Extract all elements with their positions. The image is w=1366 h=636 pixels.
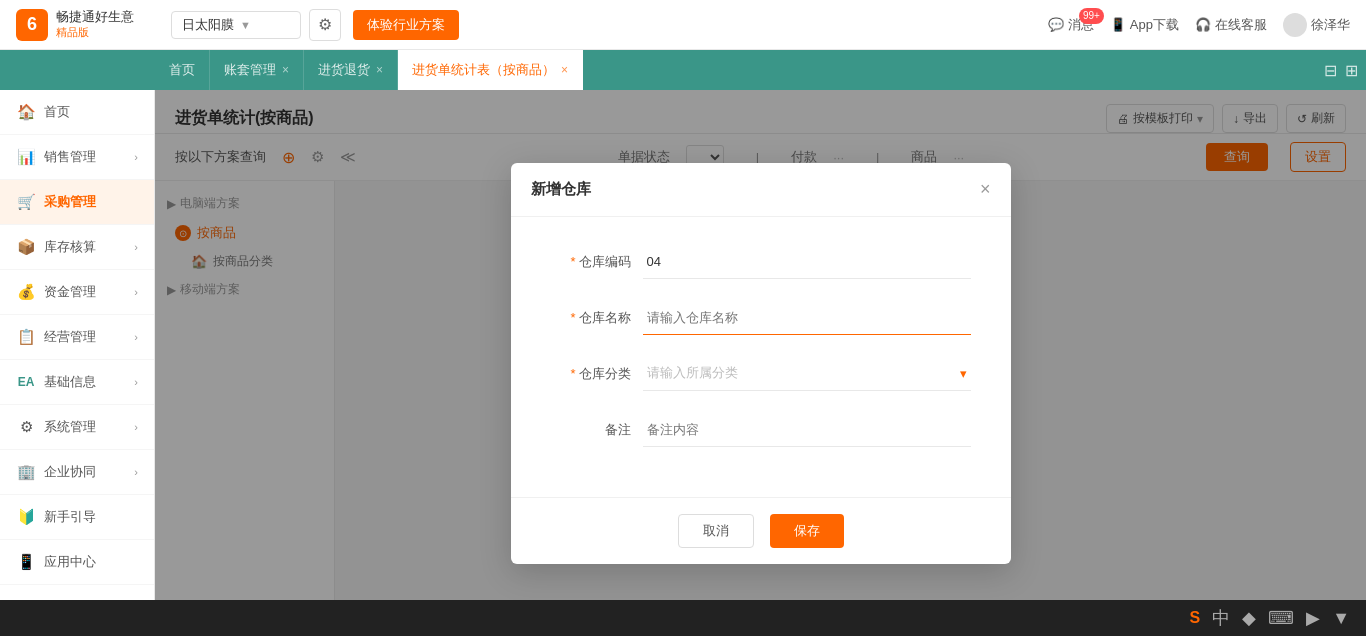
sidebar-item-basic[interactable]: EA 基础信息 › — [0, 360, 154, 405]
header-right: 💬 消息 99+ 📱 App下载 🎧 在线客服 徐泽华 — [1048, 13, 1350, 37]
keyboard-icon[interactable]: ⌨ — [1268, 607, 1294, 629]
name-label: 仓库名称 — [551, 309, 631, 327]
tab-bar-controls: ⊟ ⊞ — [1316, 61, 1366, 80]
sidebar-item-sales[interactable]: 📊 销售管理 › — [0, 135, 154, 180]
tab-close-purchase-return[interactable]: × — [376, 63, 383, 77]
add-warehouse-modal: 新增仓库 × 仓库编码 仓库名称 仓库 — [511, 163, 1011, 564]
tab-expand-icon[interactable]: ⊞ — [1345, 61, 1358, 80]
tab-account[interactable]: 账套管理 × — [210, 50, 304, 90]
note-input[interactable] — [643, 413, 971, 447]
message-button[interactable]: 💬 消息 99+ — [1048, 16, 1094, 34]
save-button[interactable]: 保存 — [770, 514, 844, 548]
system-icon: ⚙ — [16, 417, 36, 437]
note-form-row: 备注 — [551, 413, 971, 447]
chevron-right-icon-2: › — [134, 241, 138, 253]
tab-bar: 首页 账套管理 × 进货退货 × 进货单统计表（按商品） × ⊟ ⊞ — [0, 50, 1366, 90]
category-select[interactable]: 请输入所属分类 ▾ — [643, 357, 971, 391]
user-menu[interactable]: 徐泽华 — [1283, 13, 1350, 37]
modal-title: 新增仓库 — [531, 180, 591, 199]
code-label: 仓库编码 — [551, 253, 631, 271]
s-logo-icon: S — [1190, 609, 1201, 627]
note-label: 备注 — [551, 421, 631, 439]
home-icon: 🏠 — [16, 102, 36, 122]
guide-icon: 🔰 — [16, 507, 36, 527]
tab-close-account[interactable]: × — [282, 63, 289, 77]
logo-text: 畅捷通好生意 精品版 — [56, 9, 134, 41]
code-input[interactable] — [643, 245, 971, 279]
name-input[interactable] — [643, 301, 971, 335]
chevron-right-icon-4: › — [134, 331, 138, 343]
modal-header: 新增仓库 × — [511, 163, 1011, 217]
apps-icon: 📱 — [16, 552, 36, 572]
diamond-icon: ◆ — [1242, 607, 1256, 629]
trial-button[interactable]: 体验行业方案 — [353, 10, 459, 40]
modal-close-button[interactable]: × — [980, 179, 991, 200]
avatar — [1283, 13, 1307, 37]
phone-icon: 📱 — [1110, 17, 1126, 32]
sidebar-item-system[interactable]: ⚙ 系统管理 › — [0, 405, 154, 450]
chinese-input-icon[interactable]: 中 — [1212, 606, 1230, 630]
modal-footer: 取消 保存 — [511, 497, 1011, 564]
enterprise-icon: 🏢 — [16, 462, 36, 482]
chevron-right-icon-3: › — [134, 286, 138, 298]
logo-area: 6 畅捷通好生意 精品版 — [16, 9, 171, 41]
sidebar-item-finance[interactable]: 💰 资金管理 › — [0, 270, 154, 315]
tab-close-purchase-stat[interactable]: × — [561, 63, 568, 77]
code-form-row: 仓库编码 — [551, 245, 971, 279]
logo-icon: 6 — [16, 9, 48, 41]
bottom-bar: S 中 ◆ ⌨ ▶ ▼ — [0, 600, 1366, 636]
top-header: 6 畅捷通好生意 精品版 日太阳膜 ▼ ⚙ 体验行业方案 💬 消息 99+ 📱 … — [0, 0, 1366, 50]
gear-icon: ⚙ — [318, 15, 332, 34]
basic-icon: EA — [16, 372, 36, 392]
cancel-button[interactable]: 取消 — [678, 514, 754, 548]
category-form-row: 仓库分类 请输入所属分类 ▾ — [551, 357, 971, 391]
chevron-right-icon-7: › — [134, 466, 138, 478]
category-arrow-icon: ▾ — [960, 366, 967, 381]
purchase-icon: 🛒 — [16, 192, 36, 212]
sidebar: 🏠 首页 📊 销售管理 › 🛒 采购管理 📦 库存核算 › 💰 资金管理 › 📋… — [0, 90, 155, 636]
app-download-button[interactable]: 📱 App下载 — [1110, 16, 1179, 34]
sidebar-item-inventory[interactable]: 📦 库存核算 › — [0, 225, 154, 270]
content-area: 进货单统计(按商品) 🖨 按模板打印 ▾ ↓ 导出 ↺ 刷新 按以下方案查询 — [155, 90, 1366, 636]
name-form-row: 仓库名称 — [551, 301, 971, 335]
sales-icon: 📊 — [16, 147, 36, 167]
message-icon: 💬 — [1048, 17, 1064, 32]
modal-overlay: 新增仓库 × 仓库编码 仓库名称 仓库 — [155, 90, 1366, 636]
chevron-down-icon: ▼ — [240, 19, 251, 31]
tab-purchase-return[interactable]: 进货退货 × — [304, 50, 398, 90]
modal-body: 仓库编码 仓库名称 仓库分类 请输入所属分类 ▾ — [511, 217, 1011, 497]
inventory-icon: 📦 — [16, 237, 36, 257]
chevron-right-icon: › — [134, 151, 138, 163]
tab-purchase-stat[interactable]: 进货单统计表（按商品） × — [398, 50, 583, 90]
sidebar-item-guide[interactable]: 🔰 新手引导 — [0, 495, 154, 540]
chevron-right-icon-6: › — [134, 421, 138, 433]
chevron-right-icon-5: › — [134, 376, 138, 388]
store-selector[interactable]: 日太阳膜 ▼ — [171, 11, 301, 39]
tab-home[interactable]: 首页 — [155, 50, 210, 90]
dropdown-icon[interactable]: ▼ — [1332, 608, 1350, 629]
play-icon: ▶ — [1306, 607, 1320, 629]
headset-icon: 🎧 — [1195, 17, 1211, 32]
tab-minimize-icon[interactable]: ⊟ — [1324, 61, 1337, 80]
category-placeholder: 请输入所属分类 — [647, 364, 738, 382]
sidebar-item-operation[interactable]: 📋 经营管理 › — [0, 315, 154, 360]
sidebar-item-home[interactable]: 🏠 首页 — [0, 90, 154, 135]
operation-icon: 📋 — [16, 327, 36, 347]
category-label: 仓库分类 — [551, 365, 631, 383]
sidebar-item-enterprise[interactable]: 🏢 企业协同 › — [0, 450, 154, 495]
service-button[interactable]: 🎧 在线客服 — [1195, 16, 1267, 34]
gear-button[interactable]: ⚙ — [309, 9, 341, 41]
main-layout: 🏠 首页 📊 销售管理 › 🛒 采购管理 📦 库存核算 › 💰 资金管理 › 📋… — [0, 90, 1366, 636]
sidebar-item-purchase[interactable]: 🛒 采购管理 — [0, 180, 154, 225]
sidebar-item-apps[interactable]: 📱 应用中心 — [0, 540, 154, 585]
finance-icon: 💰 — [16, 282, 36, 302]
